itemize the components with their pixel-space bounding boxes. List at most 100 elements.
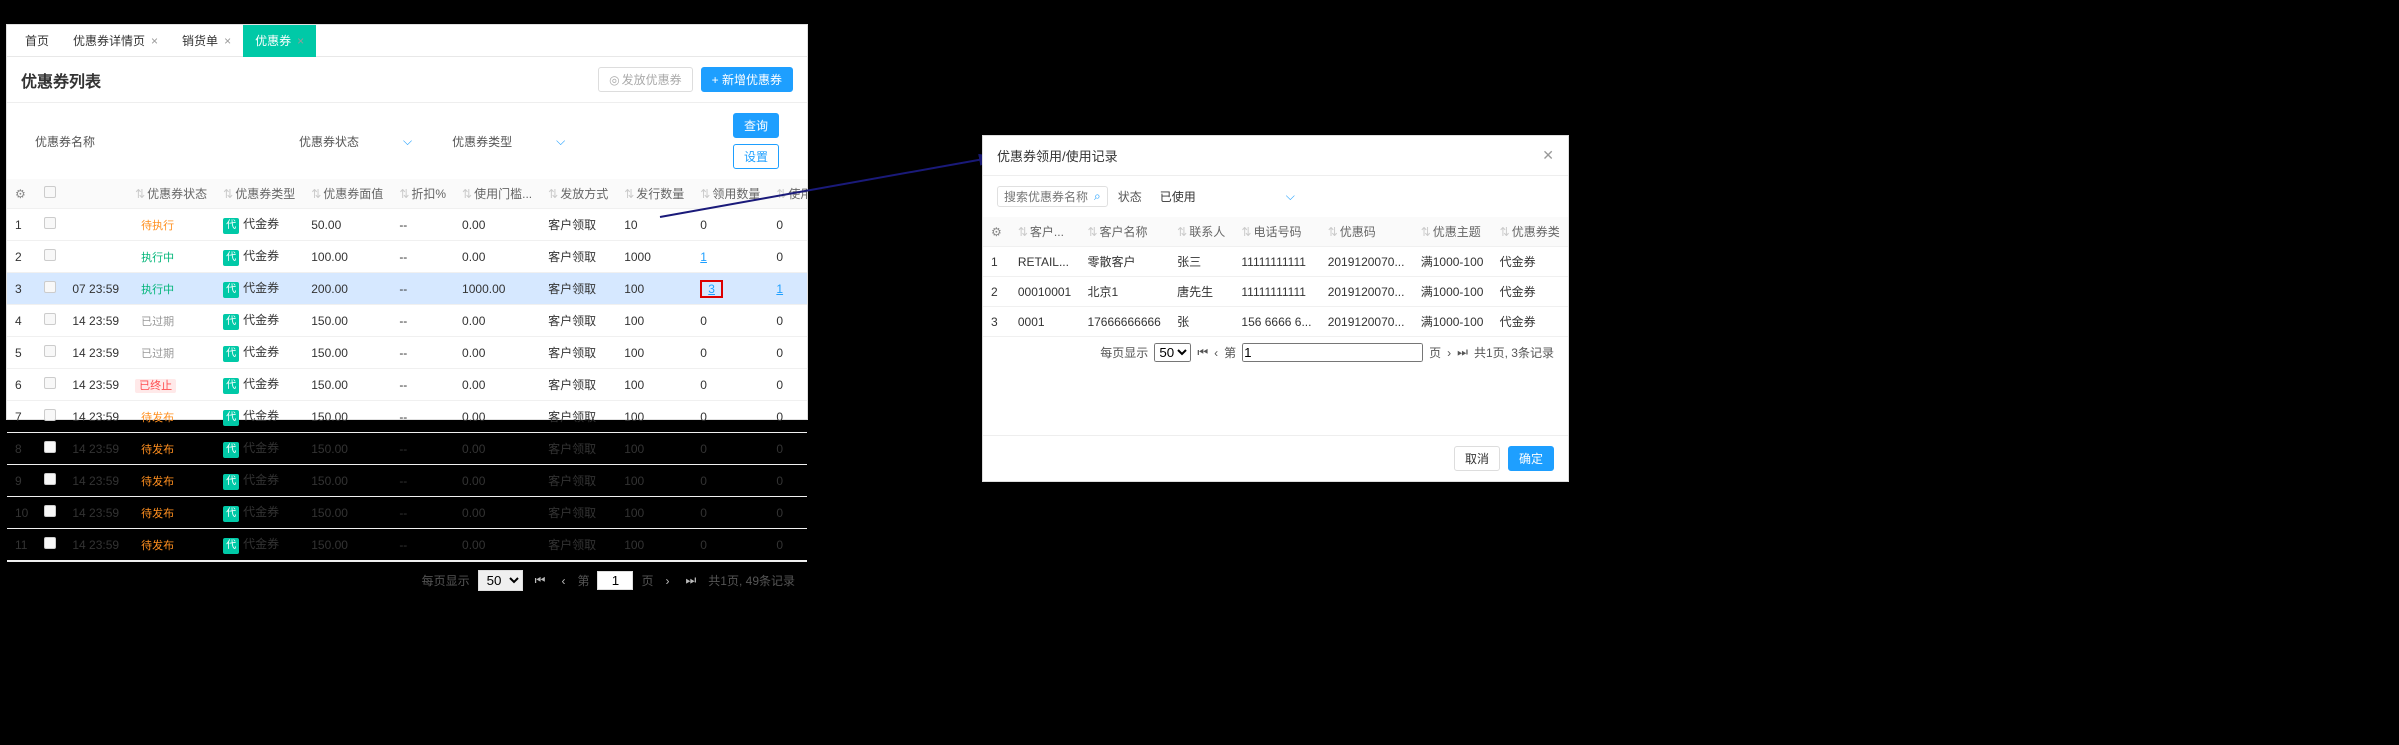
next-page-icon[interactable]: › <box>1447 346 1451 360</box>
table-row[interactable]: 3000117666666666张156 6666 6...2019120070… <box>983 307 1568 337</box>
col-header[interactable]: ⚙ <box>983 217 1010 247</box>
tab-优惠券[interactable]: 优惠券× <box>243 25 316 57</box>
gear-icon[interactable]: ⚙ <box>991 225 1002 239</box>
table-row[interactable]: 614 23:59已终止代代金券150.00--0.00客户领取10000↗▦ <box>7 369 807 401</box>
coupon-table: ⚙ ⇅优惠券状态⇅优惠券类型⇅优惠券面值⇅折扣%⇅使用门槛...⇅发放方式⇅发行数… <box>7 179 807 561</box>
table-row[interactable]: 514 23:59已过期代代金券150.00--0.00客户领取10000↗▦ <box>7 337 807 369</box>
row-checkbox[interactable] <box>44 249 56 261</box>
col-header[interactable]: ⇅发放方式 <box>540 179 616 209</box>
claimed-highlight[interactable]: 3 <box>700 280 723 298</box>
tab-优惠券详情页[interactable]: 优惠券详情页× <box>61 25 170 57</box>
first-page-icon[interactable]: ⏮ <box>1197 345 1208 360</box>
table-row[interactable]: 914 23:59待发布代代金券150.00--0.00客户领取10000↗▦ <box>7 465 807 497</box>
voucher-icon: 代 <box>223 410 239 426</box>
table-row[interactable]: 2执行中代代金券100.00--0.00客户领取100010↗▦ <box>7 241 807 273</box>
page-summary: 共1页, 3条记录 <box>1474 344 1554 361</box>
col-header[interactable]: ⇅使用门槛... <box>454 179 540 209</box>
table-row[interactable]: 307 23:59执行中代代金券200.00--1000.00客户领取10031… <box>7 273 807 305</box>
table-row[interactable]: 200010001北京1唐先生111111111112019120070...满… <box>983 277 1568 307</box>
col-header[interactable]: ⇅优惠主题 <box>1413 217 1492 247</box>
add-coupon-button[interactable]: + 新增优惠券 <box>701 67 793 92</box>
search-button[interactable]: 查询 <box>733 113 779 138</box>
row-checkbox[interactable] <box>44 505 56 517</box>
sort-icon: ⇅ <box>624 187 634 201</box>
issue-coupon-button[interactable]: ◎发放优惠券 <box>598 67 693 92</box>
col-header[interactable]: ⇅优惠券面值 <box>303 179 391 209</box>
sort-icon: ⇅ <box>700 187 710 201</box>
used-link[interactable]: 1 <box>776 282 783 296</box>
row-checkbox[interactable] <box>44 313 56 325</box>
row-checkbox[interactable] <box>44 281 56 293</box>
col-header[interactable]: ⇅优惠码 <box>1320 217 1413 247</box>
last-page-icon[interactable]: ⏭ <box>1457 345 1468 360</box>
col-header[interactable]: ⇅优惠券类型 <box>215 179 303 209</box>
page-input[interactable] <box>1242 343 1423 362</box>
tab-销货单[interactable]: 销货单× <box>170 25 243 57</box>
col-header[interactable]: ⇅折扣% <box>391 179 454 209</box>
close-icon[interactable]: × <box>224 34 231 48</box>
table-row[interactable]: 1114 23:59待发布代代金券150.00--0.00客户领取10000↗▦ <box>7 529 807 561</box>
last-page-icon[interactable]: ⏭ <box>681 573 700 588</box>
ok-button[interactable]: 确定 <box>1508 446 1554 471</box>
col-header[interactable]: ⇅优惠券状态 <box>127 179 215 209</box>
table-row[interactable]: 1RETAIL...零散客户张三111111111112019120070...… <box>983 247 1568 277</box>
claimed-link[interactable]: 1 <box>700 250 707 264</box>
per-page-select[interactable]: 50 <box>478 570 523 591</box>
sort-icon: ⇅ <box>135 187 145 201</box>
chevron-down-icon[interactable]: ⌵ <box>403 134 412 149</box>
col-header[interactable]: ⇅优惠券类 <box>1492 217 1568 247</box>
col-header[interactable]: ⇅领用数量 <box>692 179 768 209</box>
row-checkbox[interactable] <box>44 377 56 389</box>
title-bar: 优惠券列表 ◎发放优惠券 + 新增优惠券 <box>7 57 807 103</box>
usage-table: ⚙ ⇅客户...⇅客户名称⇅联系人⇅电话号码⇅优惠码⇅优惠主题⇅优惠券类 1RET… <box>983 217 1568 337</box>
status-badge: 已过期 <box>135 315 180 329</box>
sort-icon: ⇅ <box>462 187 472 201</box>
col-header[interactable] <box>36 179 64 209</box>
col-header[interactable]: ⇅电话号码 <box>1233 217 1319 247</box>
settings-button[interactable]: 设置 <box>733 144 779 169</box>
select-all-checkbox[interactable] <box>44 186 56 198</box>
next-page-icon[interactable]: › <box>661 574 673 588</box>
modal-search-input[interactable] <box>1004 190 1094 204</box>
per-page-select[interactable]: 50 <box>1154 343 1191 362</box>
chevron-down-icon[interactable]: ⌵ <box>1286 189 1295 204</box>
col-header[interactable]: ⇅客户名称 <box>1079 217 1169 247</box>
prev-page-icon[interactable]: ‹ <box>557 574 569 588</box>
page-input[interactable] <box>597 571 633 590</box>
table-row[interactable]: 1待执行代代金券50.00--0.00客户领取1000↗▦ <box>7 209 807 241</box>
status-badge: 待发布 <box>135 475 180 489</box>
modal-search[interactable]: ⌕ <box>997 186 1108 207</box>
row-checkbox[interactable] <box>44 441 56 453</box>
gear-icon[interactable]: ⚙ <box>15 187 26 201</box>
col-header[interactable]: ⇅联系人 <box>1169 217 1233 247</box>
chevron-down-icon[interactable]: ⌵ <box>556 134 565 149</box>
table-row[interactable]: 814 23:59待发布代代金券150.00--0.00客户领取10000↗▦ <box>7 433 807 465</box>
status-badge: 待发布 <box>135 411 180 425</box>
row-checkbox[interactable] <box>44 345 56 357</box>
table-row[interactable]: 714 23:59待发布代代金券150.00--0.00客户领取10000↗▦ <box>7 401 807 433</box>
table-row[interactable]: 1014 23:59待发布代代金券150.00--0.00客户领取10000↗▦ <box>7 497 807 529</box>
close-icon[interactable]: × <box>297 34 304 48</box>
sort-icon: ⇅ <box>1328 225 1338 239</box>
row-checkbox[interactable] <box>44 473 56 485</box>
prev-page-icon[interactable]: ‹ <box>1214 346 1218 360</box>
close-icon[interactable]: ✕ <box>1542 147 1554 164</box>
coupon-list-panel: 首页优惠券详情页×销货单×优惠券× 优惠券列表 ◎发放优惠券 + 新增优惠券 优… <box>6 24 808 420</box>
col-header[interactable]: ⚙ <box>7 179 36 209</box>
table-row[interactable]: 414 23:59已过期代代金券150.00--0.00客户领取10000↗▦ <box>7 305 807 337</box>
col-header[interactable]: ⇅客户... <box>1010 217 1080 247</box>
col-header[interactable]: ⇅使用数量 <box>768 179 807 209</box>
close-icon[interactable]: × <box>151 34 158 48</box>
filter-name-input[interactable] <box>99 131 259 151</box>
col-header[interactable] <box>64 179 127 209</box>
voucher-icon: 代 <box>223 250 239 266</box>
modal-status-value[interactable]: 已使用 <box>1160 188 1196 205</box>
row-checkbox[interactable] <box>44 217 56 229</box>
search-icon[interactable]: ⌕ <box>1094 189 1101 204</box>
cancel-button[interactable]: 取消 <box>1454 446 1500 471</box>
tab-首页[interactable]: 首页 <box>13 25 61 57</box>
row-checkbox[interactable] <box>44 537 56 549</box>
col-header[interactable]: ⇅发行数量 <box>616 179 692 209</box>
first-page-icon[interactable]: ⏮ <box>531 573 550 588</box>
row-checkbox[interactable] <box>44 409 56 421</box>
